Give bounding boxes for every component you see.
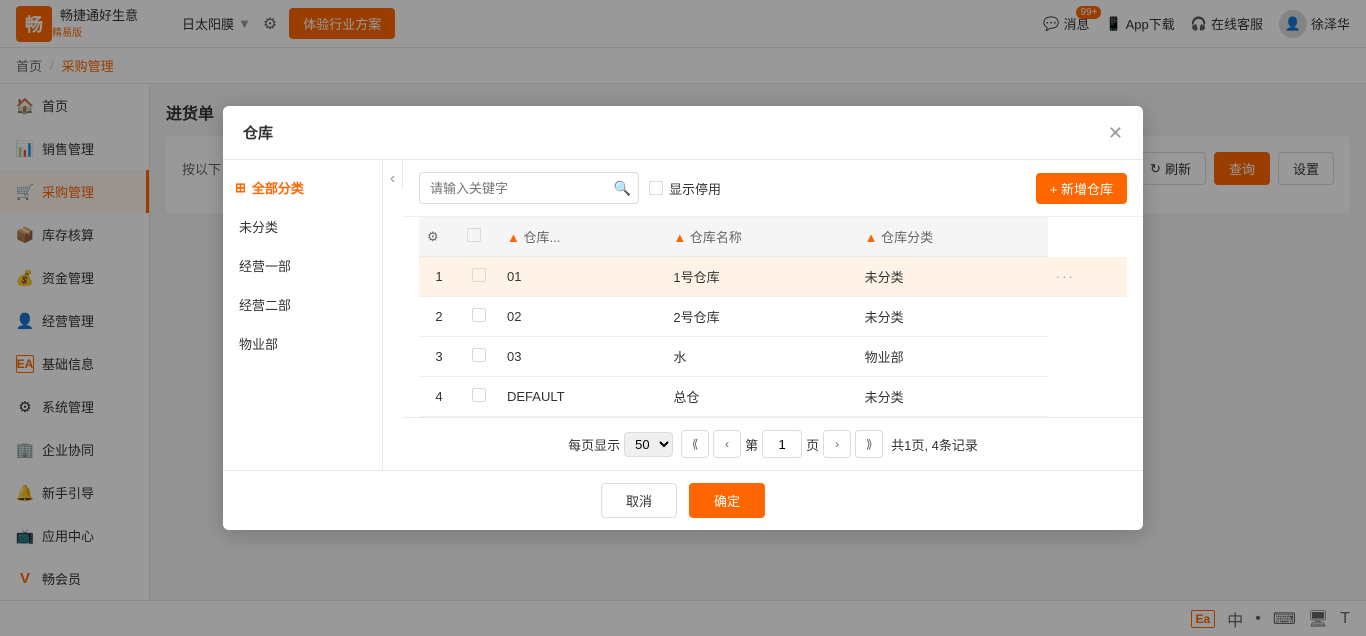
- close-icon[interactable]: ✕: [1108, 124, 1123, 142]
- modal-sidebar-dept1[interactable]: 经营一部: [223, 246, 382, 285]
- add-warehouse-button[interactable]: + 新增仓库: [1036, 173, 1127, 204]
- search-input[interactable]: [419, 172, 639, 204]
- per-page-select[interactable]: 50: [624, 432, 673, 457]
- page-number-input[interactable]: [762, 430, 802, 458]
- table-row[interactable]: 4 DEFAULT 总仓 未分类: [419, 377, 1127, 417]
- modal-sidebar-all-label: 全部分类: [252, 178, 304, 197]
- row-actions[interactable]: ···: [1048, 257, 1127, 297]
- table-body: 1 01 1号仓库 未分类 ··· 2 02 2: [419, 257, 1127, 417]
- th-code: ▲ 仓库...: [499, 217, 665, 257]
- table-header: ⚙ ▲ 仓库... ▲ 仓库名称 ▲ 仓库分类: [419, 217, 1127, 257]
- th-name: ▲ 仓库名称: [665, 217, 856, 257]
- th-category: ▲ 仓库分类: [857, 217, 1048, 257]
- total-label: 共1页, 4条记录: [891, 435, 978, 454]
- row-name: 水: [665, 337, 856, 377]
- show-disabled-label: 显示停用: [669, 179, 721, 198]
- last-page-button[interactable]: ⟫: [855, 430, 883, 458]
- modal-table-wrap: ⚙ ▲ 仓库... ▲ 仓库名称 ▲ 仓库分类 1 01: [403, 217, 1143, 417]
- row-no: 4: [419, 377, 459, 417]
- row-no: 2: [419, 297, 459, 337]
- modal-toolbar: 🔍 显示停用 + 新增仓库: [403, 160, 1143, 217]
- th-settings: ⚙: [419, 217, 459, 257]
- row-checkbox[interactable]: [459, 377, 499, 417]
- page-end-label: 页: [806, 435, 819, 454]
- modal-main: 🔍 显示停用 + 新增仓库 ⚙: [403, 160, 1143, 470]
- next-page-button[interactable]: ›: [823, 430, 851, 458]
- table-row[interactable]: 2 02 2号仓库 未分类: [419, 297, 1127, 337]
- sidebar-collapse-button[interactable]: ‹: [383, 160, 403, 188]
- modal-sidebar: ⊞ 全部分类 未分类 经营一部 经营二部 物业部: [223, 160, 383, 470]
- row-checkbox[interactable]: [459, 337, 499, 377]
- modal-title: 仓库: [243, 122, 273, 143]
- row-no: 3: [419, 337, 459, 377]
- first-page-button[interactable]: ⟪: [681, 430, 709, 458]
- row-code: 02: [499, 297, 665, 337]
- show-disabled-checkbox[interactable]: [649, 181, 663, 195]
- row-code: 03: [499, 337, 665, 377]
- table-row[interactable]: 1 01 1号仓库 未分类 ···: [419, 257, 1127, 297]
- warehouse-modal: 仓库 ✕ ⊞ 全部分类 未分类 经营一部 经营二部 物业部 ‹: [223, 106, 1143, 530]
- row-checkbox[interactable]: [459, 257, 499, 297]
- modal-overlay: 仓库 ✕ ⊞ 全部分类 未分类 经营一部 经营二部 物业部 ‹: [0, 0, 1366, 636]
- show-disabled-toggle[interactable]: 显示停用: [649, 179, 721, 198]
- th-checkbox: [459, 217, 499, 257]
- table-row[interactable]: 3 03 水 物业部: [419, 337, 1127, 377]
- row-code: DEFAULT: [499, 377, 665, 417]
- prev-page-button[interactable]: ‹: [713, 430, 741, 458]
- row-settings: 1: [419, 257, 459, 297]
- page-nav: ⟪ ‹ 第 页 › ⟫: [681, 430, 883, 458]
- row-code: 01: [499, 257, 665, 297]
- row-name: 总仓: [665, 377, 856, 417]
- warehouse-table: ⚙ ▲ 仓库... ▲ 仓库名称 ▲ 仓库分类 1 01: [419, 217, 1127, 417]
- row-category: 未分类: [857, 377, 1048, 417]
- modal-sidebar-all[interactable]: ⊞ 全部分类: [223, 168, 382, 207]
- per-page-label: 每页显示 50: [568, 432, 673, 457]
- header-checkbox[interactable]: [467, 228, 481, 242]
- cancel-button[interactable]: 取消: [601, 483, 677, 518]
- search-wrap: 🔍: [419, 172, 639, 204]
- confirm-button[interactable]: 确定: [689, 483, 765, 518]
- modal-sidebar-dept3[interactable]: 物业部: [223, 324, 382, 363]
- row-name: 1号仓库: [665, 257, 856, 297]
- search-icon[interactable]: 🔍: [614, 180, 631, 197]
- row-checkbox[interactable]: [459, 297, 499, 337]
- page-label: 第: [745, 435, 758, 454]
- modal-sidebar-dept2[interactable]: 经营二部: [223, 285, 382, 324]
- row-name: 2号仓库: [665, 297, 856, 337]
- modal-header: 仓库 ✕: [223, 106, 1143, 160]
- row-category: 未分类: [857, 257, 1048, 297]
- pagination: 每页显示 50 ⟪ ‹ 第 页 › ⟫ 共1页, 4条记录: [403, 417, 1143, 470]
- row-category: 未分类: [857, 297, 1048, 337]
- row-category: 物业部: [857, 337, 1048, 377]
- modal-body: ⊞ 全部分类 未分类 经营一部 经营二部 物业部 ‹ 🔍: [223, 160, 1143, 470]
- grid-icon: ⊞: [235, 180, 246, 196]
- modal-sidebar-uncategorized[interactable]: 未分类: [223, 207, 382, 246]
- modal-footer: 取消 确定: [223, 470, 1143, 530]
